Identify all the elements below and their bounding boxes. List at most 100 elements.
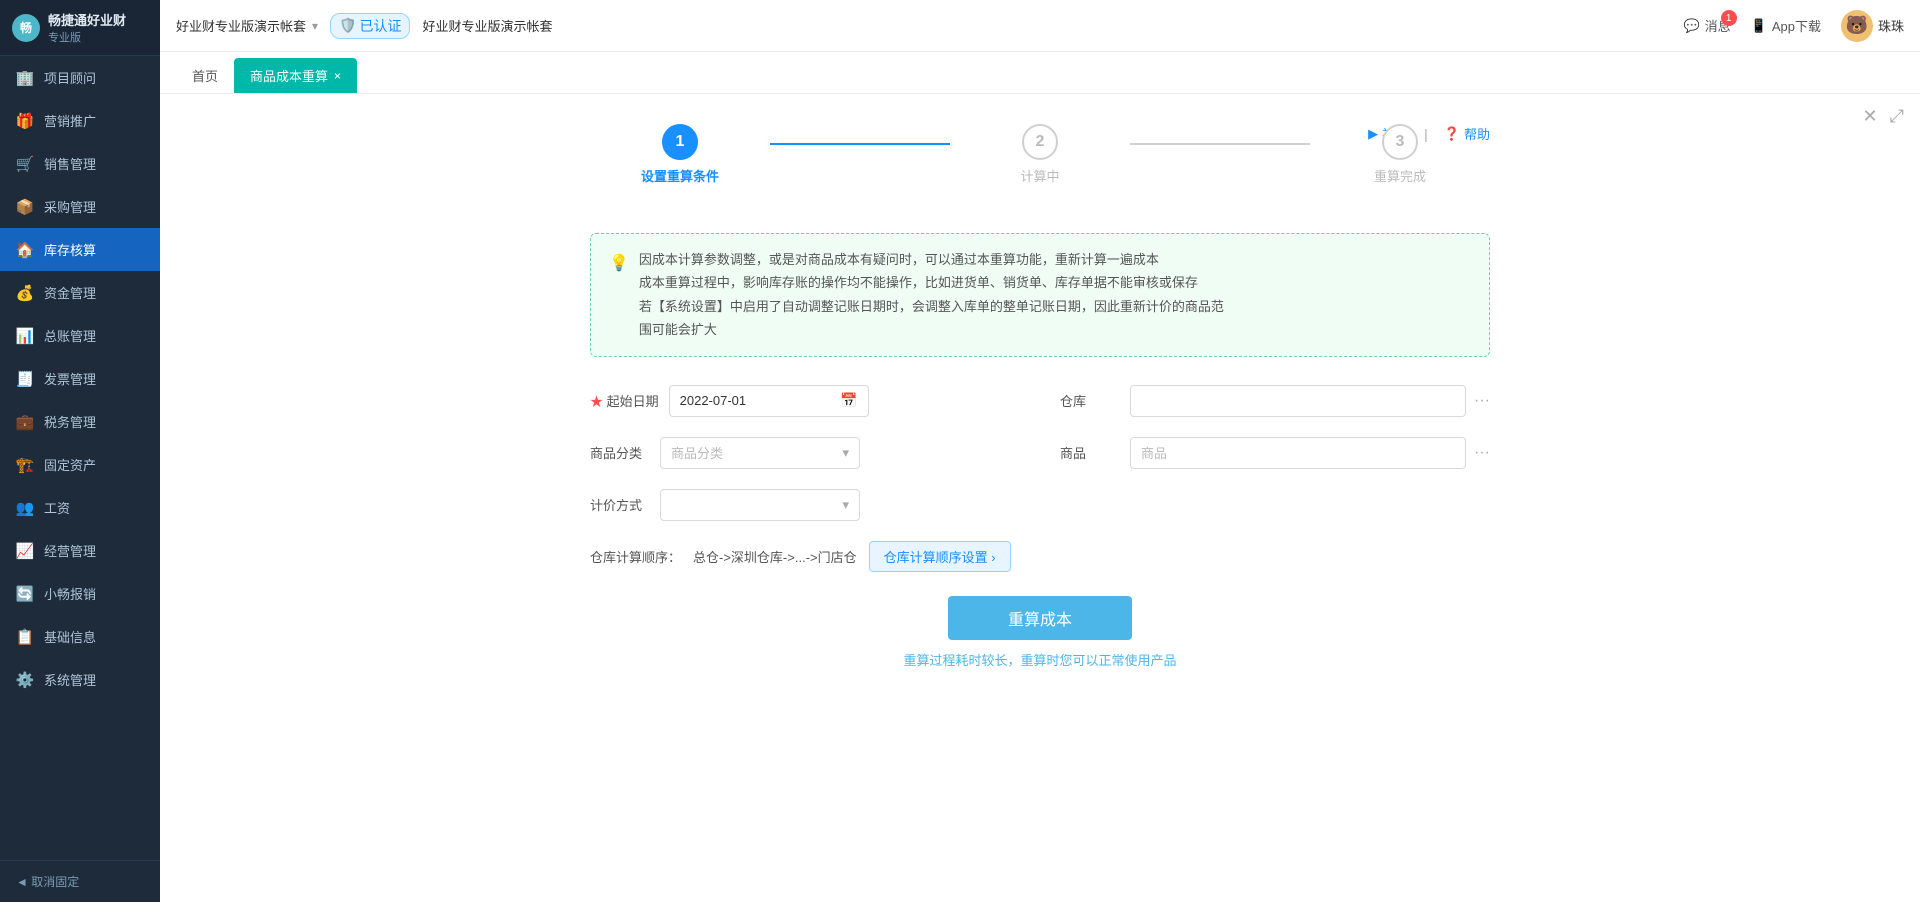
step-1-circle: 1 xyxy=(662,124,698,160)
sidebar-logo: 畅 畅捷通好业财 专业版 xyxy=(0,0,160,56)
sidebar-item-expense[interactable]: 🔄 小畅报销 xyxy=(0,572,160,615)
sidebar-item-label: 系统管理 xyxy=(44,670,96,689)
sidebar-item-label: 固定资产 xyxy=(44,455,96,474)
step-1-number: 1 xyxy=(676,133,685,151)
category-placeholder: 商品分类 xyxy=(671,443,723,462)
message-icon: 💬 xyxy=(1683,18,1699,34)
form-row-3: 计价方式 ▾ xyxy=(590,489,1490,521)
sidebar-item-sales[interactable]: 🛒 销售管理 xyxy=(0,142,160,185)
app-logo-icon: 畅 xyxy=(12,14,40,42)
purchase-icon: 📦 xyxy=(16,198,34,216)
start-date-field: ★ 起始日期 2022-07-01 📅 xyxy=(590,385,1020,417)
product-label-text: 商品 xyxy=(1060,443,1120,462)
product-more-icon[interactable]: ··· xyxy=(1474,444,1490,462)
mobile-icon: 📱 xyxy=(1751,18,1767,34)
product-input-area: 商品 ··· xyxy=(1130,437,1490,469)
sidebar-item-finance[interactable]: 💰 资金管理 xyxy=(0,271,160,314)
category-chevron-icon: ▾ xyxy=(842,445,849,461)
account-selector[interactable]: 好业财专业版演示帐套 ▾ xyxy=(176,16,318,35)
marketing-icon: 🎁 xyxy=(16,112,34,130)
tabs-bar: 首页 商品成本重算 × xyxy=(160,52,1920,94)
sidebar-item-label: 税务管理 xyxy=(44,412,96,431)
warehouse-order-settings-button[interactable]: 仓库计算顺序设置 › xyxy=(869,541,1011,572)
system-icon: ⚙️ xyxy=(16,671,34,689)
form-row-1: ★ 起始日期 2022-07-01 📅 仓库 xyxy=(590,385,1490,417)
step-3-number: 3 xyxy=(1396,133,1405,151)
sidebar-logo-text: 畅捷通好业财 专业版 xyxy=(48,10,126,45)
account-name: 好业财专业版演示帐套 xyxy=(176,16,306,35)
sidebar-item-marketing[interactable]: 🎁 营销推广 xyxy=(0,99,160,142)
product-input[interactable]: 商品 xyxy=(1130,437,1466,469)
project-icon: 🏢 xyxy=(16,69,34,87)
sidebar-item-accounting[interactable]: 📊 总账管理 xyxy=(0,314,160,357)
warehouse-order-row: 仓库计算顺序： 总仓->深圳仓库->...->门店仓 仓库计算顺序设置 › xyxy=(590,541,1490,572)
pricing-select[interactable]: ▾ xyxy=(660,489,860,521)
category-select[interactable]: 商品分类 ▾ xyxy=(660,437,860,469)
info-line-1: 因成本计算参数调整，或是对商品成本有疑问时，可以通过本重算功能，重新计算一遍成本 xyxy=(639,248,1224,271)
verified-badge: 🛡️ 已认证 xyxy=(330,13,410,39)
warehouse-more-icon[interactable]: ··· xyxy=(1474,392,1490,410)
step-3-label: 重算完成 xyxy=(1374,166,1426,185)
app-name: 畅捷通好业财 xyxy=(48,10,126,29)
finance-icon: 💰 xyxy=(16,284,34,302)
sidebar-item-purchase[interactable]: 📦 采购管理 xyxy=(0,185,160,228)
sidebar-item-basic[interactable]: 📋 基础信息 xyxy=(0,615,160,658)
sidebar-item-tax[interactable]: 💼 税务管理 xyxy=(0,400,160,443)
step-1: 1 设置重算条件 xyxy=(590,124,770,185)
sidebar-item-assets[interactable]: 🏗️ 固定资产 xyxy=(0,443,160,486)
assets-icon: 🏗️ xyxy=(16,456,34,474)
warehouse-input[interactable] xyxy=(1130,385,1466,417)
user-avatar-area[interactable]: 🐻 珠珠 xyxy=(1841,10,1904,42)
calendar-icon[interactable]: 📅 xyxy=(840,392,857,409)
sidebar: 畅 畅捷通好业财 专业版 🏢 项目顾问 🎁 营销推广 🛒 销售管理 📦 采购管理… xyxy=(0,0,160,902)
content-wrapper: ✕ ⤢ 1 设置重算条件 2 xyxy=(160,94,1920,902)
topbar-right: 💬 消息 1 📱 App下载 🐻 珠珠 xyxy=(1683,10,1904,42)
message-button[interactable]: 💬 消息 1 xyxy=(1683,16,1730,35)
tax-icon: 💼 xyxy=(16,413,34,431)
app-edition: 专业版 xyxy=(48,29,126,45)
sidebar-item-label: 销售管理 xyxy=(44,154,96,173)
invoice-icon: 🧾 xyxy=(16,370,34,388)
product-field: 商品 商品 ··· xyxy=(1060,437,1490,469)
start-date-input[interactable]: 2022-07-01 📅 xyxy=(669,385,869,417)
sidebar-unpin-button[interactable]: ◄ 取消固定 xyxy=(0,860,160,902)
play-icon: ▶ xyxy=(1368,126,1378,142)
sales-icon: 🛒 xyxy=(16,155,34,173)
tab-cost-recalc[interactable]: 商品成本重算 × xyxy=(234,58,357,93)
verified-label: 已认证 xyxy=(359,16,401,36)
sidebar-item-system[interactable]: ⚙️ 系统管理 xyxy=(0,658,160,701)
business-icon: 📈 xyxy=(16,542,34,560)
app-download-label: App下载 xyxy=(1772,16,1821,35)
warehouse-order-label: 仓库计算顺序： xyxy=(590,547,681,566)
app-download-button[interactable]: 📱 App下载 xyxy=(1751,16,1821,35)
main-area: 好业财专业版演示帐套 ▾ 🛡️ 已认证 好业财专业版演示帐套 💬 消息 1 📱 … xyxy=(160,0,1920,902)
info-line-2: 成本重算过程中，影响库存账的操作均不能操作，比如进货单、销货单、库存单据不能审核… xyxy=(639,271,1224,294)
recalc-button[interactable]: 重算成本 xyxy=(948,596,1132,640)
sidebar-item-label: 库存核算 xyxy=(44,240,96,259)
warehouse-order-value: 总仓->深圳仓库->...->门店仓 xyxy=(693,547,857,566)
sidebar-item-invoice[interactable]: 🧾 发票管理 xyxy=(0,357,160,400)
user-avatar: 🐻 xyxy=(1841,10,1873,42)
recalc-section: 重算成本 重算过程耗时较长，重算时您可以正常使用产品 xyxy=(590,596,1490,669)
help-link[interactable]: ❓ 帮助 xyxy=(1444,124,1490,143)
sidebar-item-business[interactable]: 📈 经营管理 xyxy=(0,529,160,572)
step-2-number: 2 xyxy=(1036,133,1045,151)
tab-home[interactable]: 首页 xyxy=(176,58,234,93)
sidebar-item-salary[interactable]: 👥 工资 xyxy=(0,486,160,529)
sidebar-item-project[interactable]: 🏢 项目顾问 xyxy=(0,56,160,99)
info-text: 因成本计算参数调整，或是对商品成本有疑问时，可以通过本重算功能，重新计算一遍成本… xyxy=(639,248,1224,342)
pricing-chevron-icon: ▾ xyxy=(842,497,849,513)
sidebar-item-label: 小畅报销 xyxy=(44,584,96,603)
sidebar-item-label: 发票管理 xyxy=(44,369,96,388)
form-row-2: 商品分类 商品分类 ▾ 商品 商品 ··· xyxy=(590,437,1490,469)
step-line-1 xyxy=(770,143,950,145)
sidebar-item-inventory[interactable]: 🏠 库存核算 xyxy=(0,228,160,271)
step-line-2 xyxy=(1130,143,1310,145)
warehouse-label-text: 仓库 xyxy=(1060,391,1120,410)
tab-close-icon[interactable]: × xyxy=(334,69,341,83)
sidebar-item-label: 工资 xyxy=(44,498,70,517)
form-container: ★ 起始日期 2022-07-01 📅 仓库 xyxy=(590,385,1490,669)
sidebar-item-label: 采购管理 xyxy=(44,197,96,216)
recalc-note: 重算过程耗时较长，重算时您可以正常使用产品 xyxy=(903,650,1176,669)
cost-recalc-tab-label: 商品成本重算 xyxy=(250,66,328,85)
